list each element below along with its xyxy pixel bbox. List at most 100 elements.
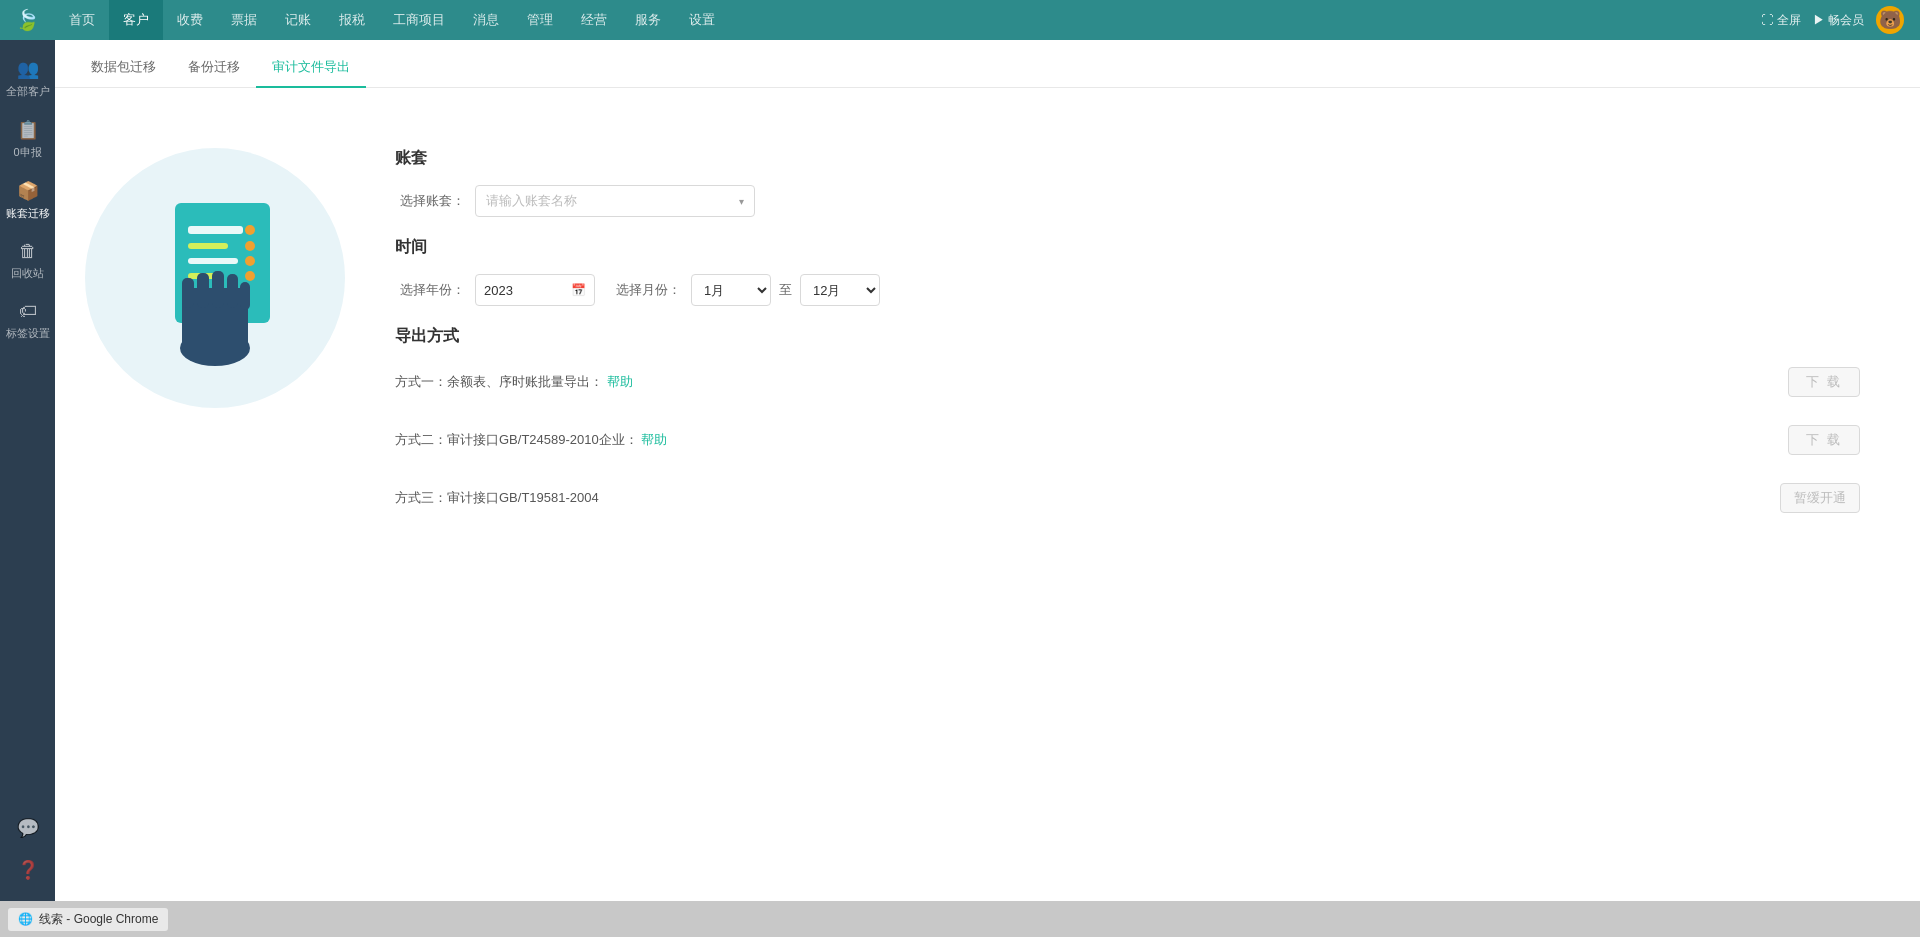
nav-home[interactable]: 首页: [55, 0, 109, 40]
nav-settings[interactable]: 设置: [675, 0, 729, 40]
month-label: 选择月份：: [611, 281, 681, 299]
nav-service[interactable]: 服务: [621, 0, 675, 40]
illustration-svg: [130, 178, 300, 378]
time-select-row: 选择年份： 2023 📅 选择月份： 1月 2月 3月 4月 5月 6月 7月: [395, 274, 1860, 306]
form-section: 账套 选择账套： 请输入账套名称 ▾ 时间 选择年份： 2023 �: [375, 128, 1920, 861]
tab-data-migration-label: 数据包迁移: [91, 58, 156, 76]
year-input[interactable]: 2023 📅: [475, 274, 595, 306]
help-icon: ❓: [17, 859, 39, 881]
export-method-1-label: 方式一：余额表、序时账批量导出：: [395, 374, 603, 389]
tab-data-migration[interactable]: 数据包迁移: [75, 48, 172, 88]
sidebar-item-all-clients[interactable]: 👥 全部客户: [0, 48, 55, 109]
sidebar-item-zero-declare-label: 0申报: [13, 145, 41, 160]
taskbar-chrome-item[interactable]: 🌐 线索 - Google Chrome: [8, 908, 168, 931]
app-logo: 🍃: [0, 8, 55, 32]
nav-invoice[interactable]: 票据: [217, 0, 271, 40]
svg-point-7: [245, 241, 255, 251]
nav-message[interactable]: 消息: [459, 0, 513, 40]
export-method-2: 方式二：审计接口GB/T24589-2010企业： 帮助 下 载: [395, 421, 1860, 459]
export-method-2-help-link[interactable]: 帮助: [641, 432, 667, 447]
nav-items: 首页 客户 收费 票据 记账 报税 工商项目 消息 管理 经营 服务 设置: [55, 0, 1761, 40]
sidebar-item-account-migration-label: 账套迁移: [6, 206, 50, 221]
account-select-label: 选择账套：: [395, 192, 465, 210]
svg-rect-14: [212, 271, 224, 308]
tag-settings-icon: 🏷: [19, 301, 37, 322]
date-separator: 至: [779, 281, 792, 299]
sidebar-item-help[interactable]: ❓: [0, 849, 55, 891]
svg-rect-15: [227, 274, 238, 308]
month-start-select[interactable]: 1月 2月 3月 4月 5月 6月 7月 8月 9月 10月 11月 12月: [691, 274, 771, 306]
top-nav-bar: 🍃 首页 客户 收费 票据 记账 报税 工商项目 消息 管理 经营 服务 设置 …: [0, 0, 1920, 40]
sidebar-item-account-migration[interactable]: 📦 账套迁移: [0, 170, 55, 231]
calendar-icon: 📅: [571, 283, 586, 297]
account-select-row: 选择账套： 请输入账套名称 ▾: [395, 185, 1860, 217]
svg-rect-1: [188, 226, 243, 234]
tab-backup-migration[interactable]: 备份迁移: [172, 48, 256, 88]
month-end-select[interactable]: 1月 2月 3月 4月 5月 6月 7月 8月 9月 10月 11月 12月: [800, 274, 880, 306]
export-method-1: 方式一：余额表、序时账批量导出： 帮助 下 载: [395, 363, 1860, 401]
sidebar-item-chat[interactable]: 💬: [0, 807, 55, 849]
year-value: 2023: [484, 283, 513, 298]
zero-declare-icon: 📋: [17, 119, 39, 141]
account-select-input[interactable]: 请输入账套名称 ▾: [475, 185, 755, 217]
svg-point-8: [245, 256, 255, 266]
taskbar-chrome-label: 线索 - Google Chrome: [39, 911, 158, 928]
svg-rect-16: [240, 282, 250, 310]
export-method-1-download-btn[interactable]: 下 载: [1788, 367, 1860, 397]
main-layout: 👥 全部客户 📋 0申报 📦 账套迁移 🗑 回收站 🏷 标签设置 💬 ❓: [0, 40, 1920, 901]
year-label: 选择年份：: [395, 281, 465, 299]
export-method-3: 方式三：审计接口GB/T19581-2004 暂缓开通: [395, 479, 1860, 517]
time-section-title: 时间: [395, 237, 1860, 258]
sidebar-item-recycle[interactable]: 🗑 回收站: [0, 231, 55, 291]
chat-icon: 💬: [17, 817, 39, 839]
nav-client[interactable]: 客户: [109, 0, 163, 40]
page-content: 账套 选择账套： 请输入账套名称 ▾ 时间 选择年份： 2023 �: [55, 88, 1920, 901]
nav-right: ⛶ 全屏 ▶ 畅会员 🐻: [1761, 6, 1920, 34]
tab-bar: 数据包迁移 备份迁移 审计文件导出: [55, 40, 1920, 88]
export-method-2-text: 方式二：审计接口GB/T24589-2010企业： 帮助: [395, 431, 667, 449]
nav-business[interactable]: 工商项目: [379, 0, 459, 40]
tab-audit-export[interactable]: 审计文件导出: [256, 48, 366, 88]
tab-audit-export-label: 审计文件导出: [272, 58, 350, 76]
taskbar: 🌐 线索 - Google Chrome: [0, 901, 1920, 937]
nav-bookkeeping[interactable]: 记账: [271, 0, 325, 40]
export-method-2-download-btn[interactable]: 下 载: [1788, 425, 1860, 455]
account-migration-icon: 📦: [17, 180, 39, 202]
nav-fee[interactable]: 收费: [163, 0, 217, 40]
svg-rect-2: [188, 243, 228, 249]
tab-backup-migration-label: 备份迁移: [188, 58, 240, 76]
all-clients-icon: 👥: [17, 58, 39, 80]
export-method-3-coming-soon-btn[interactable]: 暂缓开通: [1780, 483, 1860, 513]
nav-operation[interactable]: 经营: [567, 0, 621, 40]
content-area: 数据包迁移 备份迁移 审计文件导出: [55, 40, 1920, 901]
svg-rect-3: [188, 258, 238, 264]
account-select-arrow-icon: ▾: [739, 196, 744, 207]
vip-btn[interactable]: ▶ 畅会员: [1813, 12, 1864, 29]
svg-point-6: [245, 225, 255, 235]
export-method-1-help-link[interactable]: 帮助: [607, 374, 633, 389]
sidebar: 👥 全部客户 📋 0申报 📦 账套迁移 🗑 回收站 🏷 标签设置 💬 ❓: [0, 40, 55, 901]
export-section-title: 导出方式: [395, 326, 1860, 347]
account-section-title: 账套: [395, 148, 1860, 169]
export-method-3-label: 方式三：审计接口GB/T19581-2004: [395, 490, 599, 505]
sidebar-item-zero-declare[interactable]: 📋 0申报: [0, 109, 55, 170]
illustration-section: [55, 128, 375, 861]
chrome-icon: 🌐: [18, 912, 33, 926]
sidebar-item-tag-settings[interactable]: 🏷 标签设置: [0, 291, 55, 351]
sidebar-item-tag-settings-label: 标签设置: [6, 326, 50, 341]
avatar[interactable]: 🐻: [1876, 6, 1904, 34]
svg-rect-12: [182, 278, 194, 308]
export-method-1-text: 方式一：余额表、序时账批量导出： 帮助: [395, 373, 633, 391]
sidebar-item-all-clients-label: 全部客户: [6, 84, 50, 99]
export-section-divider: 导出方式: [395, 326, 1860, 347]
nav-tax[interactable]: 报税: [325, 0, 379, 40]
sidebar-item-recycle-label: 回收站: [11, 266, 44, 281]
nav-manage[interactable]: 管理: [513, 0, 567, 40]
account-select-placeholder: 请输入账套名称: [486, 192, 577, 210]
recycle-icon: 🗑: [19, 241, 37, 262]
export-method-3-text: 方式三：审计接口GB/T19581-2004: [395, 489, 599, 507]
illustration-circle: [85, 148, 345, 408]
export-method-2-label: 方式二：审计接口GB/T24589-2010企业：: [395, 432, 638, 447]
svg-point-9: [245, 271, 255, 281]
fullscreen-btn[interactable]: ⛶ 全屏: [1761, 12, 1800, 29]
